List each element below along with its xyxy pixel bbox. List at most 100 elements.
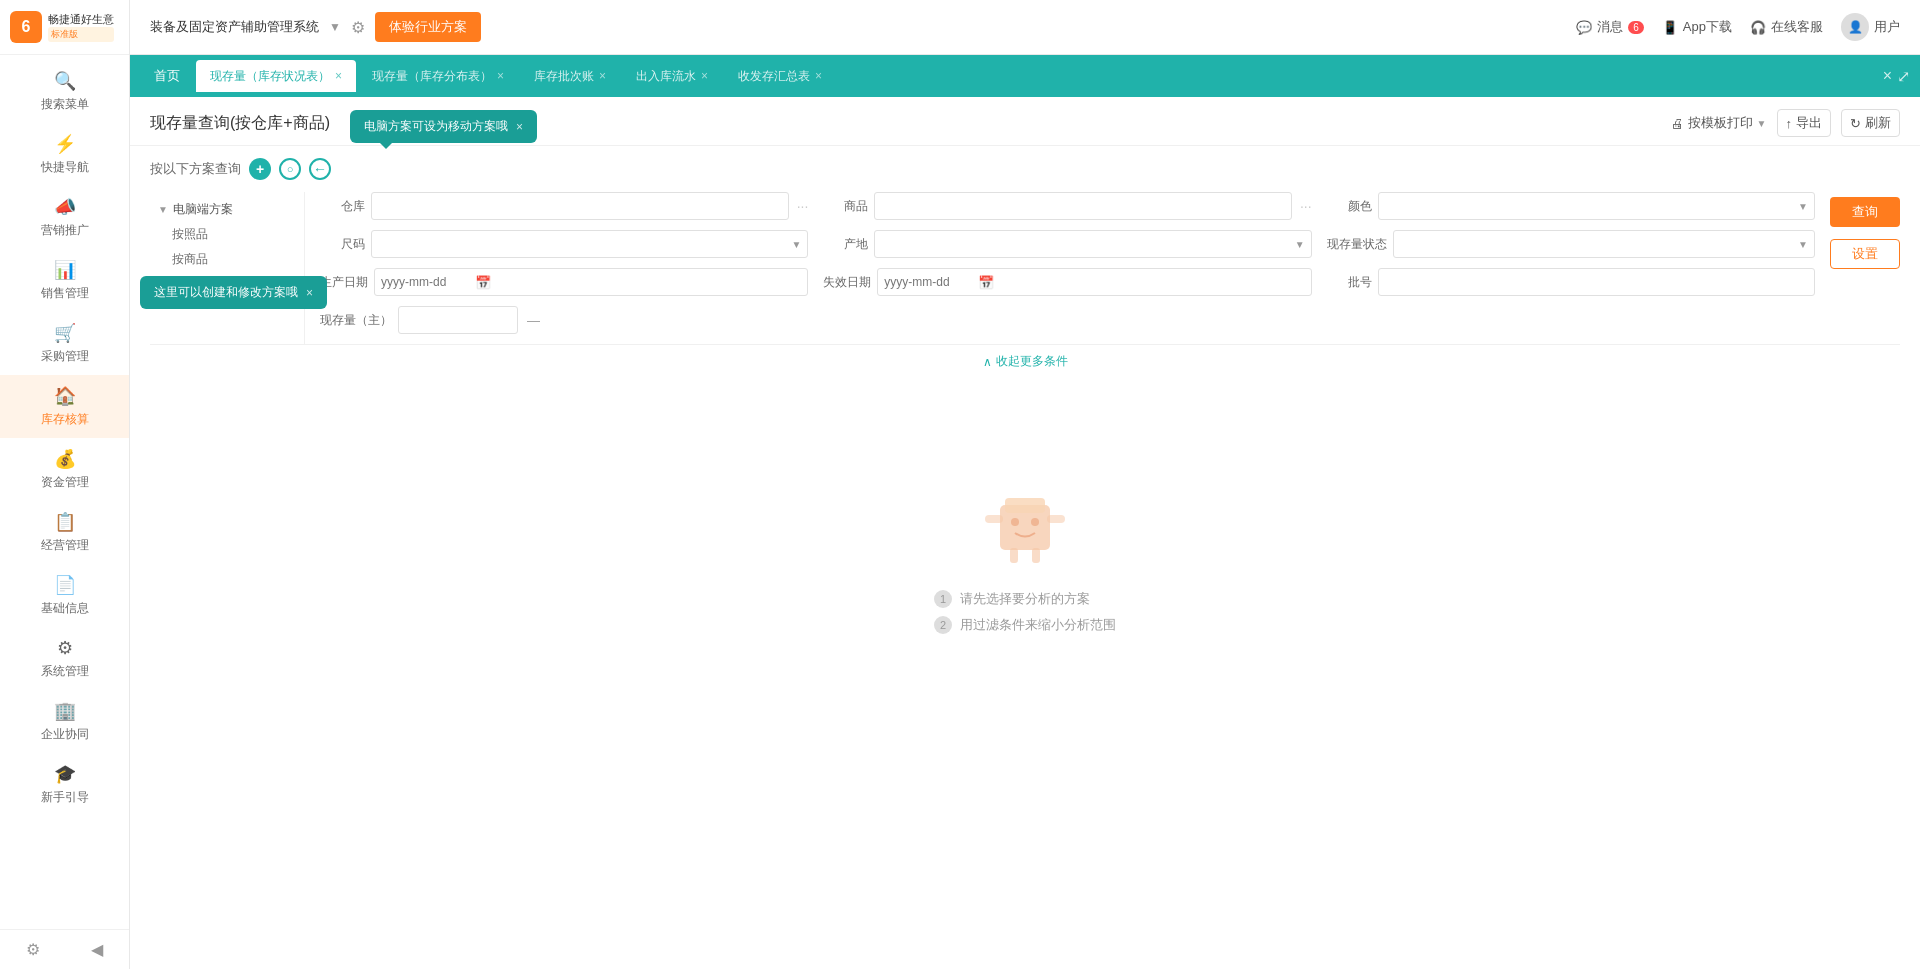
sidebar-item-operation[interactable]: 📋 经营管理 [0,501,129,564]
mobile-icon: 📱 [1662,20,1678,35]
print-button[interactable]: 🖨 按模板打印 ▼ [1671,114,1767,132]
size-field-wrap: 尺码 ▼ [320,230,808,258]
svg-rect-6 [985,515,1003,523]
scheme-item-by-warehouse[interactable]: 按照品 [150,222,304,247]
tab-inventory-dist[interactable]: 现存量（库存分布表） × [358,60,518,92]
sidebar-item-enterprise[interactable]: 🏢 企业协同 [0,690,129,753]
tab-batch-close[interactable]: × [599,69,606,83]
capital-icon: 💰 [54,448,76,470]
printer-icon: 🖨 [1671,116,1684,131]
tab-inventory-status[interactable]: 现存量（库存状况表） × [196,60,356,92]
svg-rect-7 [1047,515,1065,523]
origin-chevron-icon: ▼ [1295,239,1305,250]
filter-section-inner: ▼ 电脑端方案 按照品 按商品 ▶ [150,192,1900,344]
collapse-sidebar-button[interactable]: ◀ [91,940,103,959]
close-all-tabs-icon[interactable]: × [1883,67,1892,85]
size-chevron-icon: ▼ [791,239,801,250]
maximize-icon[interactable]: ⤢ [1897,67,1910,86]
tab-inventory-dist-close[interactable]: × [497,69,504,83]
expire-date-input[interactable] [884,275,974,289]
svg-rect-5 [1032,548,1040,563]
logo-badge: 标准版 [48,27,114,42]
header-right: 💬 消息 6 📱 App下载 🎧 在线客服 👤 用户 [1576,13,1900,41]
sidebar-item-basic[interactable]: 📄 基础信息 [0,564,129,627]
sidebar-item-system-label: 系统管理 [41,663,89,680]
headset-icon: 🎧 [1750,20,1766,35]
sidebar-item-search[interactable]: 🔍 搜索菜单 [0,60,129,123]
step-num-2: 2 [934,616,952,634]
goods-select[interactable] [874,192,1292,220]
color-select[interactable]: ▼ [1378,192,1815,220]
settings-gear-button[interactable]: ⚙ [351,18,365,37]
batch-num-input[interactable] [1378,268,1815,296]
online-service-action[interactable]: 🎧 在线客服 [1750,18,1823,36]
tab-summary-label: 收发存汇总表 [738,68,810,85]
sidebar-item-system[interactable]: ⚙ 系统管理 [0,627,129,690]
filter-row-1: 仓库 ··· 商品 [320,192,1815,220]
industry-button[interactable]: 体验行业方案 [375,12,481,42]
goods-dots-icon[interactable]: ··· [1300,198,1312,214]
settings-button[interactable]: ⚙ [26,940,40,959]
app-download-action[interactable]: 📱 App下载 [1662,18,1732,36]
filter-row-2: 尺码 ▼ 产地 ▼ [320,230,1815,258]
range-dash: — [527,313,540,328]
reset-button[interactable]: 设置 [1830,239,1900,269]
stock-status-select[interactable]: ▼ [1393,230,1815,258]
svg-point-2 [1011,518,1019,526]
search-button[interactable]: 查询 [1830,197,1900,227]
tab-inventory-status-label: 现存量（库存状况表） [210,68,330,85]
sidebar-item-capital[interactable]: 💰 资金管理 [0,438,129,501]
sales-icon: 📊 [54,259,76,281]
tab-summary-close[interactable]: × [815,69,822,83]
sidebar-item-marketing[interactable]: 📣 营销推广 [0,186,129,249]
add-scheme-button[interactable]: + [249,158,271,180]
sidebar-item-sales[interactable]: 📊 销售管理 [0,249,129,312]
back-scheme-button[interactable]: ← [309,158,331,180]
sidebar-item-quick[interactable]: ⚡ 快捷导航 [0,123,129,186]
tooltip1-close-button[interactable]: × [516,120,523,134]
edit-scheme-button[interactable]: ○ [279,158,301,180]
size-label: 尺码 [320,236,365,253]
expire-date-input-wrap[interactable]: 📅 [877,268,1311,296]
tooltip2-close-button[interactable]: × [306,286,313,300]
sidebar-item-purchase[interactable]: 🛒 采购管理 [0,312,129,375]
user-action[interactable]: 👤 用户 [1841,13,1900,41]
scheme-group-desktop-header[interactable]: ▼ 电脑端方案 [150,197,304,222]
tab-inout[interactable]: 出入库流水 × [622,60,722,92]
sidebar-item-guide[interactable]: 🎓 新手引导 [0,753,129,816]
produce-date-input-wrap[interactable]: 📅 [374,268,808,296]
tab-inout-close[interactable]: × [701,69,708,83]
message-action[interactable]: 💬 消息 6 [1576,18,1644,36]
empty-step-1: 1 请先选择要分析的方案 [934,590,1116,608]
tab-batch-label: 库存批次账 [534,68,594,85]
size-select[interactable]: ▼ [371,230,808,258]
tooltip2-text: 这里可以创建和修改方案哦 [154,284,298,301]
refresh-button[interactable]: ↻ 刷新 [1841,109,1900,137]
tab-bar-right: × ⤢ [1883,67,1920,86]
collapse-bar[interactable]: ∧ 收起更多条件 [150,344,1900,378]
tab-home[interactable]: 首页 [140,60,194,92]
produce-date-input[interactable] [381,275,471,289]
tab-batch[interactable]: 库存批次账 × [520,60,620,92]
filter-row-4: 现存量（主） — [320,306,1815,334]
export-button[interactable]: ↑ 导出 [1777,109,1832,137]
tab-summary[interactable]: 收发存汇总表 × [724,60,836,92]
origin-select[interactable]: ▼ [874,230,1311,258]
warehouse-select[interactable] [371,192,789,220]
header-dropdown-icon[interactable]: ▼ [329,20,341,34]
tab-inventory-dist-label: 现存量（库存分布表） [372,68,492,85]
app-download-label: App下载 [1683,18,1732,36]
color-label: 颜色 [1327,198,1372,215]
header-left: 装备及固定资产辅助管理系统 ▼ ⚙ 体验行业方案 [150,12,481,42]
step-num-1: 1 [934,590,952,608]
scheme-item-by-goods[interactable]: 按商品 [150,247,304,272]
sidebar-item-inventory[interactable]: 🏠 库存核算 [0,375,129,438]
tab-inventory-status-close[interactable]: × [335,69,342,83]
sidebar-item-quick-label: 快捷导航 [41,159,89,176]
sidebar-item-capital-label: 资金管理 [41,474,89,491]
guide-icon: 🎓 [54,763,76,785]
stock-main-from-input[interactable] [398,306,518,334]
user-label: 用户 [1874,18,1900,36]
operation-icon: 📋 [54,511,76,533]
warehouse-dots-icon[interactable]: ··· [797,198,809,214]
